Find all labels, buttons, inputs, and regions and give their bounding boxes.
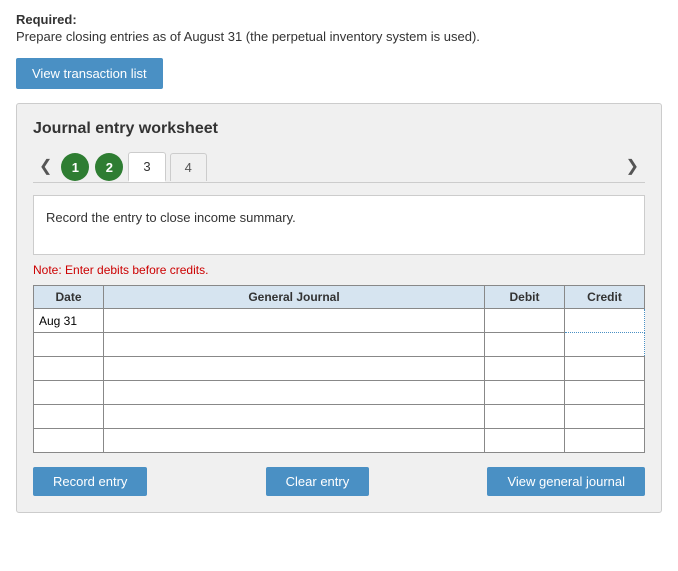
table-row xyxy=(34,309,645,333)
table-row xyxy=(34,381,645,405)
buttons-row: Record entry Clear entry View general jo… xyxy=(33,467,645,496)
tab-3[interactable]: 3 xyxy=(128,152,165,182)
required-description: Prepare closing entries as of August 31 … xyxy=(16,29,662,44)
record-entry-button[interactable]: Record entry xyxy=(33,467,147,496)
tab-4[interactable]: 4 xyxy=(170,153,207,181)
table-row xyxy=(34,429,645,453)
debit-cell-2[interactable] xyxy=(485,357,565,381)
credit-input-5[interactable] xyxy=(570,434,639,448)
debit-cell-0[interactable] xyxy=(485,309,565,333)
debit-input-3[interactable] xyxy=(490,386,559,400)
credit-cell-5[interactable] xyxy=(565,429,645,453)
tab-1[interactable]: 1 xyxy=(61,153,89,181)
date-cell-3[interactable] xyxy=(34,381,104,405)
journal-input-1[interactable] xyxy=(109,338,479,352)
date-input-4[interactable] xyxy=(39,410,98,424)
credit-input-1[interactable] xyxy=(570,338,639,352)
worksheet-title: Journal entry worksheet xyxy=(33,120,645,138)
required-label: Required: xyxy=(16,12,662,27)
journal-input-0[interactable] xyxy=(109,314,479,328)
col-header-date: Date xyxy=(34,286,104,309)
journal-input-3[interactable] xyxy=(109,386,479,400)
date-input-3[interactable] xyxy=(39,386,98,400)
view-general-journal-button[interactable]: View general journal xyxy=(487,467,645,496)
credit-input-3[interactable] xyxy=(570,386,639,400)
journal-cell-1[interactable] xyxy=(104,333,485,357)
date-input-2[interactable] xyxy=(39,362,98,376)
debit-input-1[interactable] xyxy=(490,338,559,352)
date-input-1[interactable] xyxy=(39,338,98,352)
credit-cell-1[interactable] xyxy=(565,333,645,357)
debit-cell-1[interactable] xyxy=(485,333,565,357)
journal-cell-2[interactable] xyxy=(104,357,485,381)
worksheet-container: Journal entry worksheet ❮ 1 2 3 4 ❯ Reco… xyxy=(16,103,662,513)
date-input-0[interactable] xyxy=(39,314,98,328)
instruction-text: Record the entry to close income summary… xyxy=(46,210,296,225)
credit-cell-3[interactable] xyxy=(565,381,645,405)
tab-2[interactable]: 2 xyxy=(95,153,123,181)
debit-input-2[interactable] xyxy=(490,362,559,376)
table-row xyxy=(34,405,645,429)
table-row xyxy=(34,357,645,381)
col-header-journal: General Journal xyxy=(104,286,485,309)
date-cell-0[interactable] xyxy=(34,309,104,333)
credit-input-4[interactable] xyxy=(570,410,639,424)
journal-input-2[interactable] xyxy=(109,362,479,376)
tabs-row: ❮ 1 2 3 4 ❯ xyxy=(33,152,645,183)
date-input-5[interactable] xyxy=(39,434,98,448)
note-text: Note: Enter debits before credits. xyxy=(33,263,645,277)
journal-input-5[interactable] xyxy=(109,434,479,448)
debit-cell-4[interactable] xyxy=(485,405,565,429)
journal-input-4[interactable] xyxy=(109,410,479,424)
journal-table: Date General Journal Debit Credit xyxy=(33,285,645,453)
date-cell-5[interactable] xyxy=(34,429,104,453)
journal-cell-5[interactable] xyxy=(104,429,485,453)
journal-cell-0[interactable] xyxy=(104,309,485,333)
debit-cell-3[interactable] xyxy=(485,381,565,405)
journal-cell-4[interactable] xyxy=(104,405,485,429)
credit-cell-4[interactable] xyxy=(565,405,645,429)
date-cell-2[interactable] xyxy=(34,357,104,381)
table-row xyxy=(34,333,645,357)
clear-entry-button[interactable]: Clear entry xyxy=(266,467,370,496)
credit-cell-0[interactable] xyxy=(565,309,645,333)
date-cell-4[interactable] xyxy=(34,405,104,429)
credit-input-2[interactable] xyxy=(570,362,639,376)
journal-cell-3[interactable] xyxy=(104,381,485,405)
col-header-credit: Credit xyxy=(565,286,645,309)
tab-next-button[interactable]: ❯ xyxy=(620,155,645,179)
debit-input-5[interactable] xyxy=(490,434,559,448)
col-header-debit: Debit xyxy=(485,286,565,309)
view-transactions-button[interactable]: View transaction list xyxy=(16,58,163,89)
debit-input-0[interactable] xyxy=(490,314,559,328)
tab-prev-button[interactable]: ❮ xyxy=(33,155,58,179)
debit-cell-5[interactable] xyxy=(485,429,565,453)
date-cell-1[interactable] xyxy=(34,333,104,357)
debit-input-4[interactable] xyxy=(490,410,559,424)
instruction-box: Record the entry to close income summary… xyxy=(33,195,645,255)
credit-cell-2[interactable] xyxy=(565,357,645,381)
credit-input-0[interactable] xyxy=(570,314,639,328)
